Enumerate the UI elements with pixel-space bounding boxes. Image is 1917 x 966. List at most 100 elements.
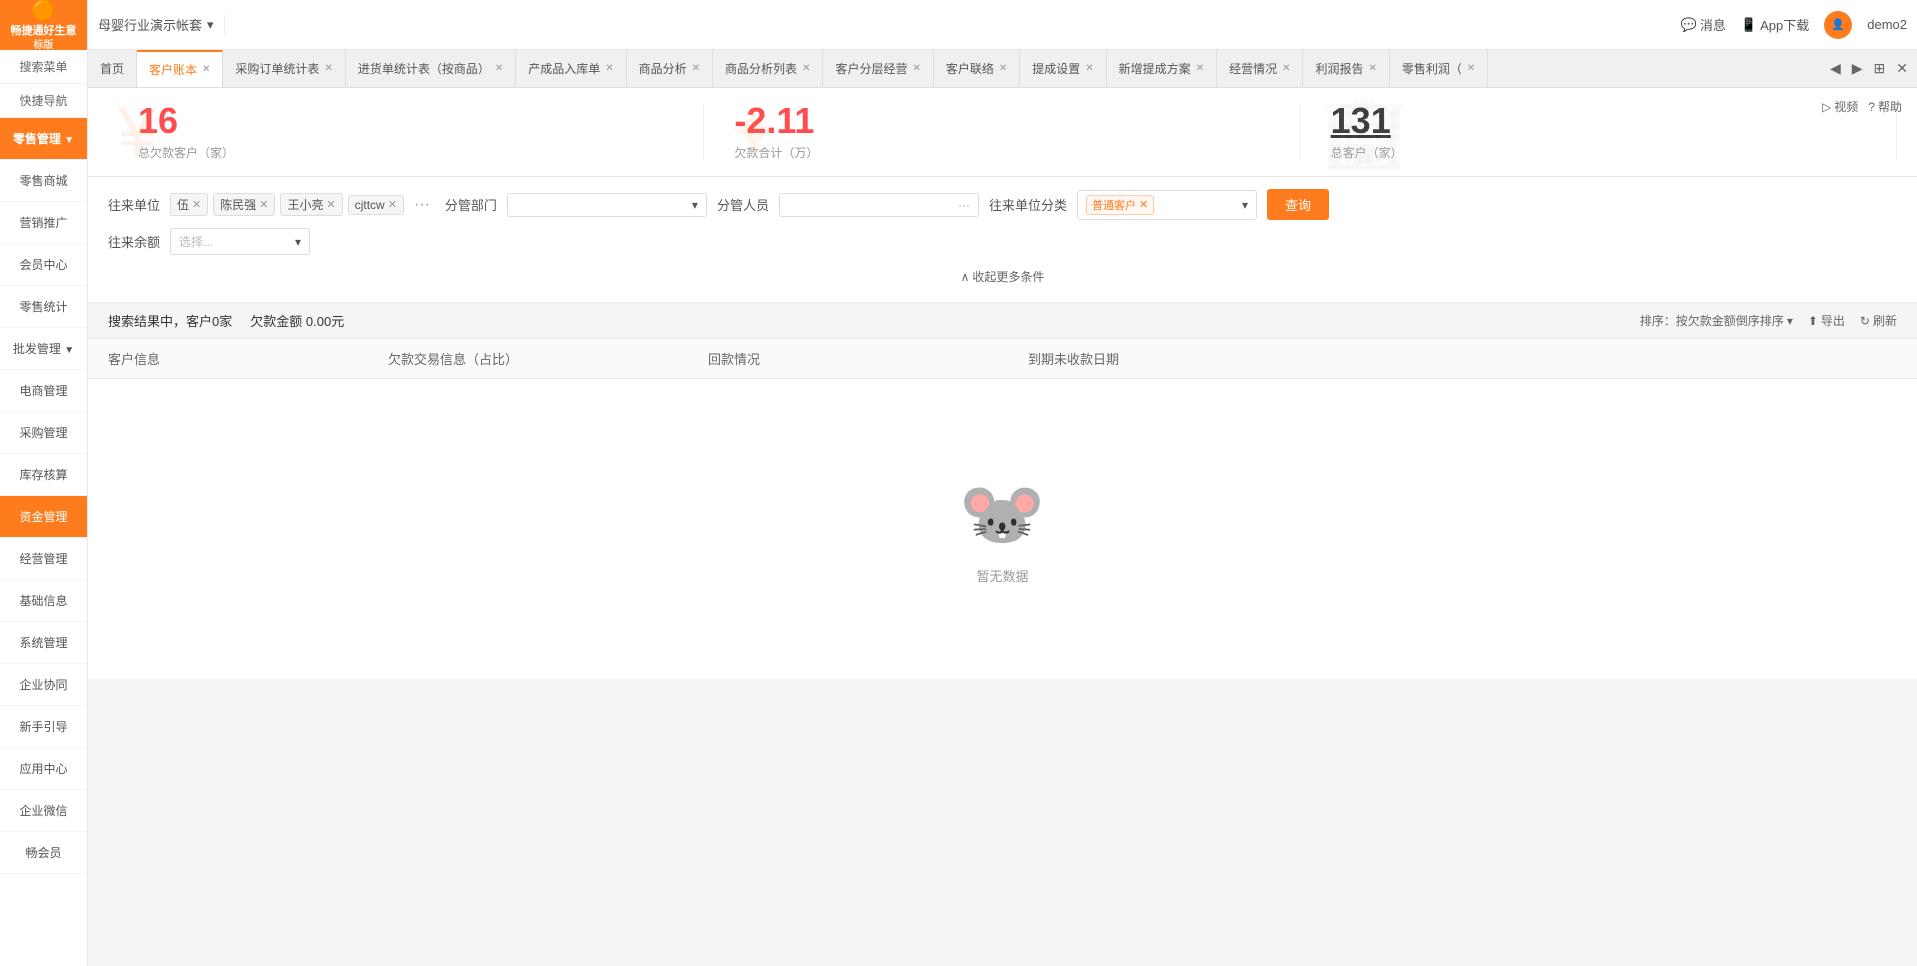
- tab-stock-stats-product-close[interactable]: ✕: [495, 63, 503, 74]
- collapse-up-icon: ∧: [961, 270, 970, 284]
- app-download-button[interactable]: 📱 App下载: [1741, 15, 1809, 34]
- balance-select[interactable]: 选择... ▾: [170, 228, 310, 255]
- dropdown-arrow-icon[interactable]: ▾: [207, 17, 214, 33]
- balance-dropdown-icon: ▾: [295, 235, 301, 249]
- sidebar-item-ecommerce[interactable]: 电商管理: [0, 370, 87, 412]
- sidebar-item-member[interactable]: 会员中心: [0, 244, 87, 286]
- tab-retail-profit[interactable]: 零售利润（ ✕: [1390, 50, 1488, 87]
- stat-owe-total: ✦ -2.11 欠款合计（万）: [704, 103, 1300, 161]
- tab-product-analysis[interactable]: 商品分析 ✕: [627, 50, 713, 87]
- filter-row-1: 往来单位 伍 ✕ 陈民强 ✕ 王小亮 ✕ cjttcw: [108, 189, 1897, 220]
- sort-select[interactable]: 排序：按欠款金额倒序排序 ▾: [1640, 312, 1793, 329]
- search-result-text: 搜索结果中，客户0家: [108, 314, 232, 329]
- app-download-icon: 📱: [1741, 17, 1757, 33]
- unit-type-select[interactable]: 普通客户 ✕ ▾: [1077, 190, 1257, 220]
- tab-profit-report-close[interactable]: ✕: [1369, 63, 1377, 74]
- sidebar-item-system[interactable]: 系统管理: [0, 622, 87, 664]
- sidebar-item-operation[interactable]: 经营管理: [0, 538, 87, 580]
- sidebar-item-retail-mall[interactable]: 零售商城: [0, 160, 87, 202]
- data-table: 客户信息 欠款交易信息（占比） 回款情况 到期未收款日期 🐭 暂无数据: [88, 339, 1917, 679]
- tab-expand-icon[interactable]: ⊞: [1870, 58, 1890, 79]
- empty-text: 暂无数据: [976, 566, 1028, 585]
- help-button[interactable]: ? 帮助: [1868, 98, 1902, 115]
- filter-tag-cjttcw-close[interactable]: ✕: [388, 198, 397, 211]
- collapse-button[interactable]: ∧ 收起更多条件: [108, 263, 1897, 290]
- tab-home[interactable]: 首页: [88, 50, 137, 87]
- tab-product-analysis-list[interactable]: 商品分析列表 ✕: [713, 50, 823, 87]
- topbar-right: 💬 消息 📱 App下载 👤 demo2: [1681, 11, 1907, 39]
- app-download-label: App下载: [1760, 15, 1809, 34]
- tab-prev-icon[interactable]: ◀: [1826, 58, 1845, 79]
- tab-product-analysis-close[interactable]: ✕: [692, 63, 700, 74]
- tab-promotion-settings[interactable]: 提成设置 ✕: [1020, 50, 1106, 87]
- sidebar-item-retail[interactable]: 零售管理 ▼: [0, 118, 87, 160]
- sidebar-item-retail-stats[interactable]: 零售统计: [0, 286, 87, 328]
- sidebar-item-finance[interactable]: 资金管理: [0, 496, 87, 538]
- filter-tag-chen-close[interactable]: ✕: [259, 198, 268, 211]
- customer-type-remove[interactable]: ✕: [1139, 198, 1148, 211]
- tab-next-icon[interactable]: ▶: [1848, 58, 1867, 79]
- dept-select[interactable]: ▾: [507, 193, 707, 217]
- tab-customer-segment-close[interactable]: ✕: [912, 63, 920, 74]
- sidebar-item-marketing[interactable]: 营销推广: [0, 202, 87, 244]
- sort-label: 排序：按欠款金额倒序排序: [1640, 312, 1784, 329]
- sidebar-item-enterprise-collab[interactable]: 企业协同: [0, 664, 87, 706]
- sidebar-quick-nav[interactable]: 快捷导航: [0, 84, 87, 118]
- sidebar-item-member2[interactable]: 畅会员: [0, 832, 87, 874]
- table-col-customer-info: 客户信息: [108, 349, 388, 368]
- sidebar-item-app-center[interactable]: 应用中心: [0, 748, 87, 790]
- tab-business-status[interactable]: 经营情况 ✕: [1217, 50, 1303, 87]
- tabbar-arrows: ◀ ▶ ⊞ ✕: [1821, 58, 1917, 79]
- play-icon: ▷: [1822, 100, 1831, 114]
- tab-business-status-close[interactable]: ✕: [1282, 63, 1290, 74]
- sidebar: 🟠 畅捷通好生意 标版 搜索菜单 快捷导航 零售管理 ▼ 零售商城 营销推广 会…: [0, 0, 88, 966]
- filter-tag-wang-close[interactable]: ✕: [327, 198, 336, 211]
- sidebar-item-enterprise-wechat[interactable]: 企业微信: [0, 790, 87, 832]
- sidebar-item-new-guide-label: 新手引导: [19, 720, 67, 734]
- tab-customer-book[interactable]: 客户账本 ✕: [137, 50, 223, 87]
- filter-tag-wu-close[interactable]: ✕: [192, 198, 201, 211]
- tab-stock-stats-product[interactable]: 进货单统计表（按商品） ✕: [346, 50, 516, 87]
- tab-business-status-label: 经营情况: [1229, 60, 1277, 77]
- refresh-label: 刷新: [1873, 312, 1897, 329]
- content-area: ¥ 16 总欠款客户（家） ✦ -2.11 欠款合计（万） 🏢 131 总客户（…: [88, 88, 1917, 966]
- tab-product-analysis-list-close[interactable]: ✕: [802, 63, 810, 74]
- sidebar-search[interactable]: 搜索菜单: [0, 50, 87, 84]
- refresh-button[interactable]: ↻ 刷新: [1860, 312, 1897, 329]
- sidebar-item-purchase-label: 采购管理: [19, 426, 67, 440]
- sidebar-item-basic[interactable]: 基础信息: [0, 580, 87, 622]
- tab-product-instock-close[interactable]: ✕: [605, 63, 613, 74]
- filter-tag-wu: 伍 ✕: [170, 193, 208, 216]
- tab-customer-segment-label: 客户分层经营: [835, 60, 907, 77]
- sidebar-item-inventory[interactable]: 库存核算: [0, 454, 87, 496]
- tab-purchase-order-stats-close[interactable]: ✕: [324, 63, 332, 74]
- message-button[interactable]: 💬 消息: [1681, 15, 1726, 34]
- sidebar-item-wholesale[interactable]: 批发管理 ▼: [0, 328, 87, 370]
- message-icon: 💬: [1681, 17, 1697, 33]
- tab-customer-contact-close[interactable]: ✕: [999, 63, 1007, 74]
- sidebar-item-enterprise-collab-label: 企业协同: [19, 678, 67, 692]
- tab-promotion-settings-close[interactable]: ✕: [1085, 63, 1093, 74]
- avatar[interactable]: 👤: [1824, 11, 1852, 39]
- tab-product-instock[interactable]: 产成品入库单 ✕: [516, 50, 626, 87]
- sidebar-item-finance-label: 资金管理: [19, 510, 67, 524]
- tab-customer-contact[interactable]: 客户联络 ✕: [934, 50, 1020, 87]
- query-button[interactable]: 查询: [1267, 189, 1329, 220]
- person-input[interactable]: ···: [779, 193, 979, 217]
- filter-tag-wang: 王小亮 ✕: [280, 193, 342, 216]
- tab-retail-profit-close[interactable]: ✕: [1467, 63, 1475, 74]
- sidebar-item-new-guide[interactable]: 新手引导: [0, 706, 87, 748]
- tab-customer-book-close[interactable]: ✕: [202, 64, 210, 75]
- tab-new-promotion-plan[interactable]: 新增提成方案 ✕: [1107, 50, 1217, 87]
- sidebar-item-purchase[interactable]: 采购管理: [0, 412, 87, 454]
- tabbar: 首页 客户账本 ✕ 采购订单统计表 ✕ 进货单统计表（按商品） ✕ 产成品入库单…: [88, 50, 1917, 88]
- filter-more-button[interactable]: ···: [409, 194, 435, 216]
- video-button[interactable]: ▷ 视频: [1822, 98, 1858, 115]
- user-name: demo2: [1867, 17, 1907, 32]
- tab-customer-segment[interactable]: 客户分层经营 ✕: [823, 50, 933, 87]
- tab-purchase-order-stats[interactable]: 采购订单统计表 ✕: [223, 50, 345, 87]
- tab-close-all-icon[interactable]: ✕: [1892, 58, 1912, 79]
- tab-profit-report[interactable]: 利润报告 ✕: [1303, 50, 1389, 87]
- export-button[interactable]: ⬆ 导出: [1808, 312, 1845, 329]
- tab-new-promotion-plan-close[interactable]: ✕: [1196, 63, 1204, 74]
